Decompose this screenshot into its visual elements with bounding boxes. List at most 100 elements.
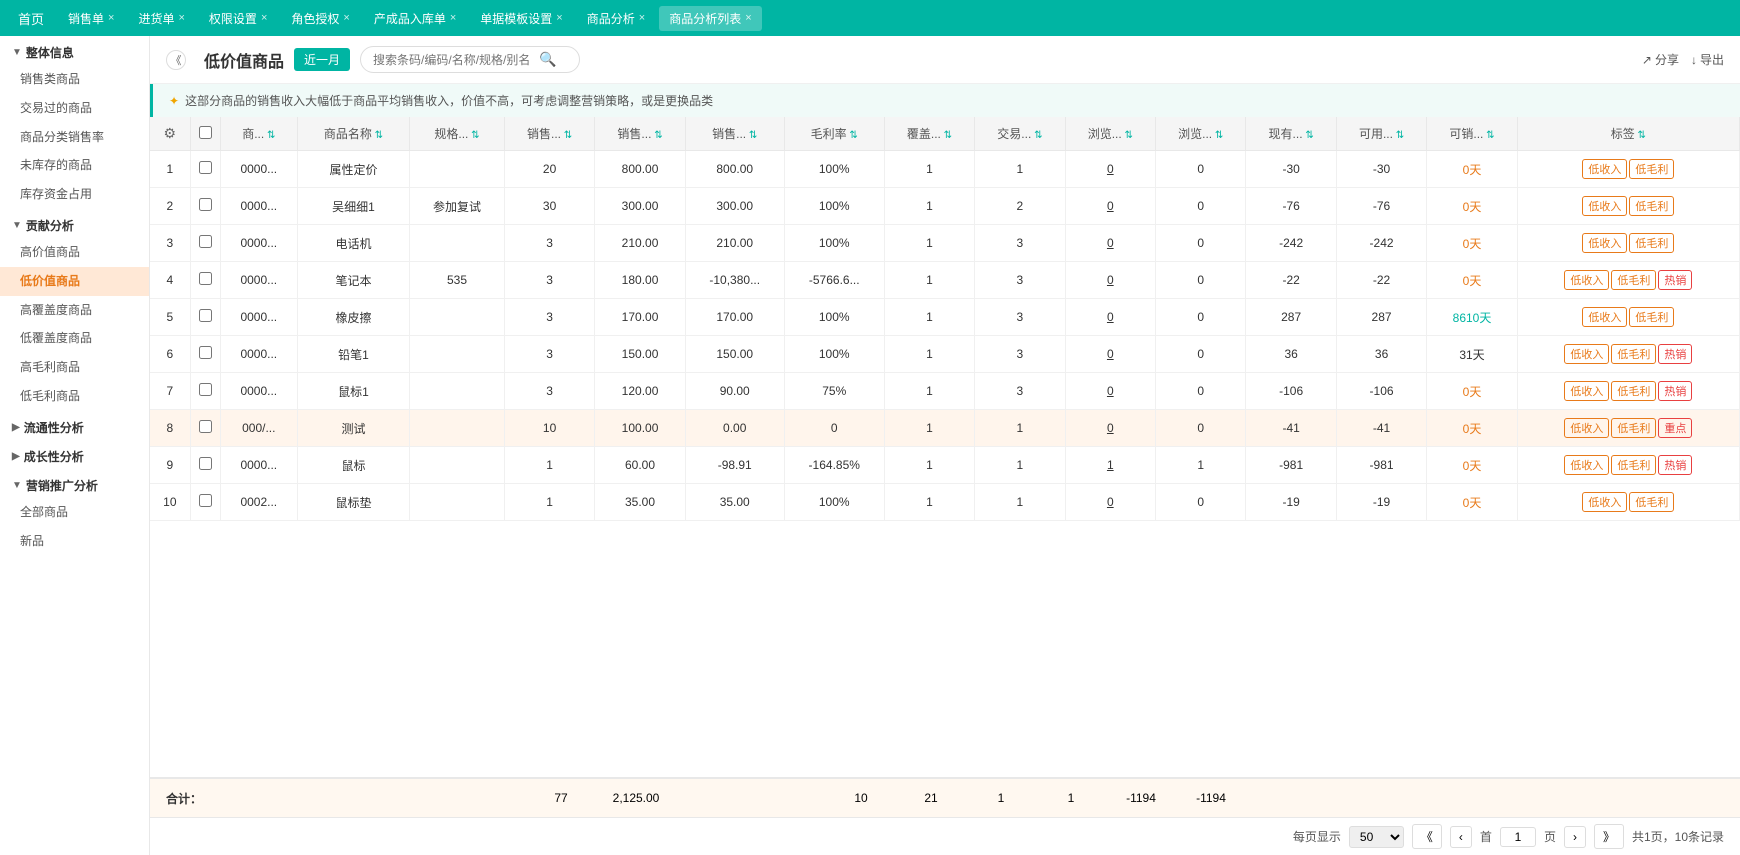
row-checkbox[interactable] <box>199 494 212 507</box>
browse-link[interactable]: 0 <box>1107 421 1114 435</box>
cell-browse1: 0 <box>1065 225 1155 262</box>
browse-link[interactable]: 0 <box>1107 236 1114 250</box>
th-sale-qty[interactable]: 销售... ⇅ <box>504 117 594 151</box>
row-checkbox[interactable] <box>199 235 212 248</box>
th-browse2[interactable]: 浏览... ⇅ <box>1156 117 1246 151</box>
th-spec[interactable]: 规格... ⇅ <box>410 117 505 151</box>
row-checkbox[interactable] <box>199 346 212 359</box>
settings-icon[interactable]: ⚙ <box>164 125 177 141</box>
th-sale-amount2[interactable]: 销售... ⇅ <box>685 117 784 151</box>
cell-checkbox[interactable] <box>190 336 220 373</box>
sidebar-item-low-margin[interactable]: 低毛利商品 <box>0 382 149 411</box>
browse-link[interactable]: 0 <box>1107 347 1114 361</box>
select-all-checkbox[interactable] <box>199 126 212 139</box>
browse-link[interactable]: 0 <box>1107 495 1114 509</box>
nav-tab-analysis-list[interactable]: 商品分析列表 × <box>659 6 761 31</box>
th-tags[interactable]: 标签 ⇅ <box>1517 117 1739 151</box>
row-checkbox[interactable] <box>199 457 212 470</box>
nav-tab-template[interactable]: 单据模板设置 × <box>470 6 572 31</box>
cell-checkbox[interactable] <box>190 225 220 262</box>
cell-checkbox[interactable] <box>190 299 220 336</box>
cell-tags: 低收入低毛利热销 <box>1517 336 1739 373</box>
share-btn[interactable]: ↗ 分享 <box>1642 51 1679 68</box>
sidebar-item-traded[interactable]: 交易过的商品 <box>0 94 149 123</box>
cell-checkbox[interactable] <box>190 447 220 484</box>
filter-recent-month-btn[interactable]: 近一月 <box>294 48 350 71</box>
nav-tab-analysis[interactable]: 商品分析 × <box>577 6 655 31</box>
sidebar-item-low-coverage[interactable]: 低覆盖度商品 <box>0 324 149 353</box>
browse-link[interactable]: 0 <box>1107 310 1114 324</box>
th-coverage[interactable]: 覆盖... ⇅ <box>884 117 974 151</box>
sidebar-item-stock-fund[interactable]: 库存资金占用 <box>0 180 149 209</box>
nav-close-roles[interactable]: × <box>343 12 349 24</box>
row-checkbox[interactable] <box>199 309 212 322</box>
sidebar-section-growth[interactable]: ▶ 成长性分析 <box>0 440 149 469</box>
first-page-btn[interactable]: 《 <box>1412 824 1442 849</box>
browse-link[interactable]: 0 <box>1107 273 1114 287</box>
nav-tab-purchase[interactable]: 进货单 × <box>128 6 194 31</box>
th-browse1[interactable]: 浏览... ⇅ <box>1065 117 1155 151</box>
row-checkbox[interactable] <box>199 161 212 174</box>
sidebar-item-low-value[interactable]: 低价值商品 <box>0 267 149 296</box>
nav-close-analysis[interactable]: × <box>639 12 645 24</box>
th-avail[interactable]: 可用... ⇅ <box>1336 117 1426 151</box>
browse-link[interactable]: 0 <box>1107 162 1114 176</box>
nav-home[interactable]: 首页 <box>8 5 54 32</box>
cell-checkbox[interactable] <box>190 373 220 410</box>
sidebar-section-circulation[interactable]: ▶ 流通性分析 <box>0 411 149 440</box>
last-page-btn[interactable]: 》 <box>1594 824 1624 849</box>
th-checkbox[interactable] <box>190 117 220 151</box>
search-input[interactable] <box>373 53 533 67</box>
nav-close-product-in[interactable]: × <box>450 12 456 24</box>
cell-checkbox[interactable] <box>190 410 220 447</box>
search-icon[interactable]: 🔍 <box>539 51 556 68</box>
collapse-sidebar-btn[interactable]: 《 <box>166 50 186 70</box>
th-gross[interactable]: 毛利率 ⇅ <box>784 117 884 151</box>
nav-close-template[interactable]: × <box>556 12 562 24</box>
cell-checkbox[interactable] <box>190 188 220 225</box>
th-settings[interactable]: ⚙ <box>150 117 190 151</box>
row-checkbox[interactable] <box>199 198 212 211</box>
sidebar-item-high-value[interactable]: 高价值商品 <box>0 238 149 267</box>
next-page-btn[interactable]: › <box>1564 826 1586 848</box>
th-trade[interactable]: 交易... ⇅ <box>975 117 1065 151</box>
cell-checkbox[interactable] <box>190 484 220 521</box>
nav-close-perms[interactable]: × <box>261 12 267 24</box>
cell-checkbox[interactable] <box>190 262 220 299</box>
cell-checkbox[interactable] <box>190 151 220 188</box>
prev-page-btn[interactable]: ‹ <box>1450 826 1472 848</box>
th-days[interactable]: 可销... ⇅ <box>1427 117 1517 151</box>
page-number-input[interactable] <box>1500 827 1536 847</box>
nav-tab-sales[interactable]: 销售单 × <box>58 6 124 31</box>
sidebar-item-no-stock[interactable]: 未库存的商品 <box>0 151 149 180</box>
row-checkbox[interactable] <box>199 420 212 433</box>
nav-close-analysis-list[interactable]: × <box>745 12 751 24</box>
per-page-select[interactable]: 50 20 100 <box>1349 826 1404 848</box>
sidebar-section-overall[interactable]: ▼ 整体信息 <box>0 36 149 65</box>
sidebar-item-new-products[interactable]: 新品 <box>0 527 149 556</box>
th-stock[interactable]: 现有... ⇅ <box>1246 117 1336 151</box>
sidebar-item-high-margin[interactable]: 高毛利商品 <box>0 353 149 382</box>
sidebar-item-category-rate[interactable]: 商品分类销售率 <box>0 123 149 152</box>
nav-tab-roles[interactable]: 角色授权 × <box>281 6 359 31</box>
browse-link[interactable]: 0 <box>1107 384 1114 398</box>
row-checkbox[interactable] <box>199 383 212 396</box>
nav-close-purchase[interactable]: × <box>178 12 184 24</box>
row-checkbox[interactable] <box>199 272 212 285</box>
export-btn[interactable]: ↓ 导出 <box>1691 51 1724 68</box>
th-sale-amount1[interactable]: 销售... ⇅ <box>595 117 685 151</box>
sidebar-section-contribution[interactable]: ▼ 贡献分析 <box>0 209 149 238</box>
sidebar-item-high-coverage[interactable]: 高覆盖度商品 <box>0 296 149 325</box>
footer-empty7 <box>756 794 826 802</box>
th-name[interactable]: 商品名称 ⇅ <box>297 117 409 151</box>
th-no[interactable]: 商... ⇅ <box>220 117 297 151</box>
nav-close-sales[interactable]: × <box>108 12 114 24</box>
nav-tab-product-in[interactable]: 产成品入库单 × <box>364 6 466 31</box>
sidebar-item-all-products[interactable]: 全部商品 <box>0 498 149 527</box>
browse-link[interactable]: 1 <box>1107 458 1114 472</box>
sidebar-item-sales-category[interactable]: 销售类商品 <box>0 65 149 94</box>
cell-name: 吴细细1 <box>297 188 409 225</box>
browse-link[interactable]: 0 <box>1107 199 1114 213</box>
nav-tab-perms[interactable]: 权限设置 × <box>199 6 277 31</box>
sidebar-section-marketing[interactable]: ▼ 营销推广分析 <box>0 469 149 498</box>
